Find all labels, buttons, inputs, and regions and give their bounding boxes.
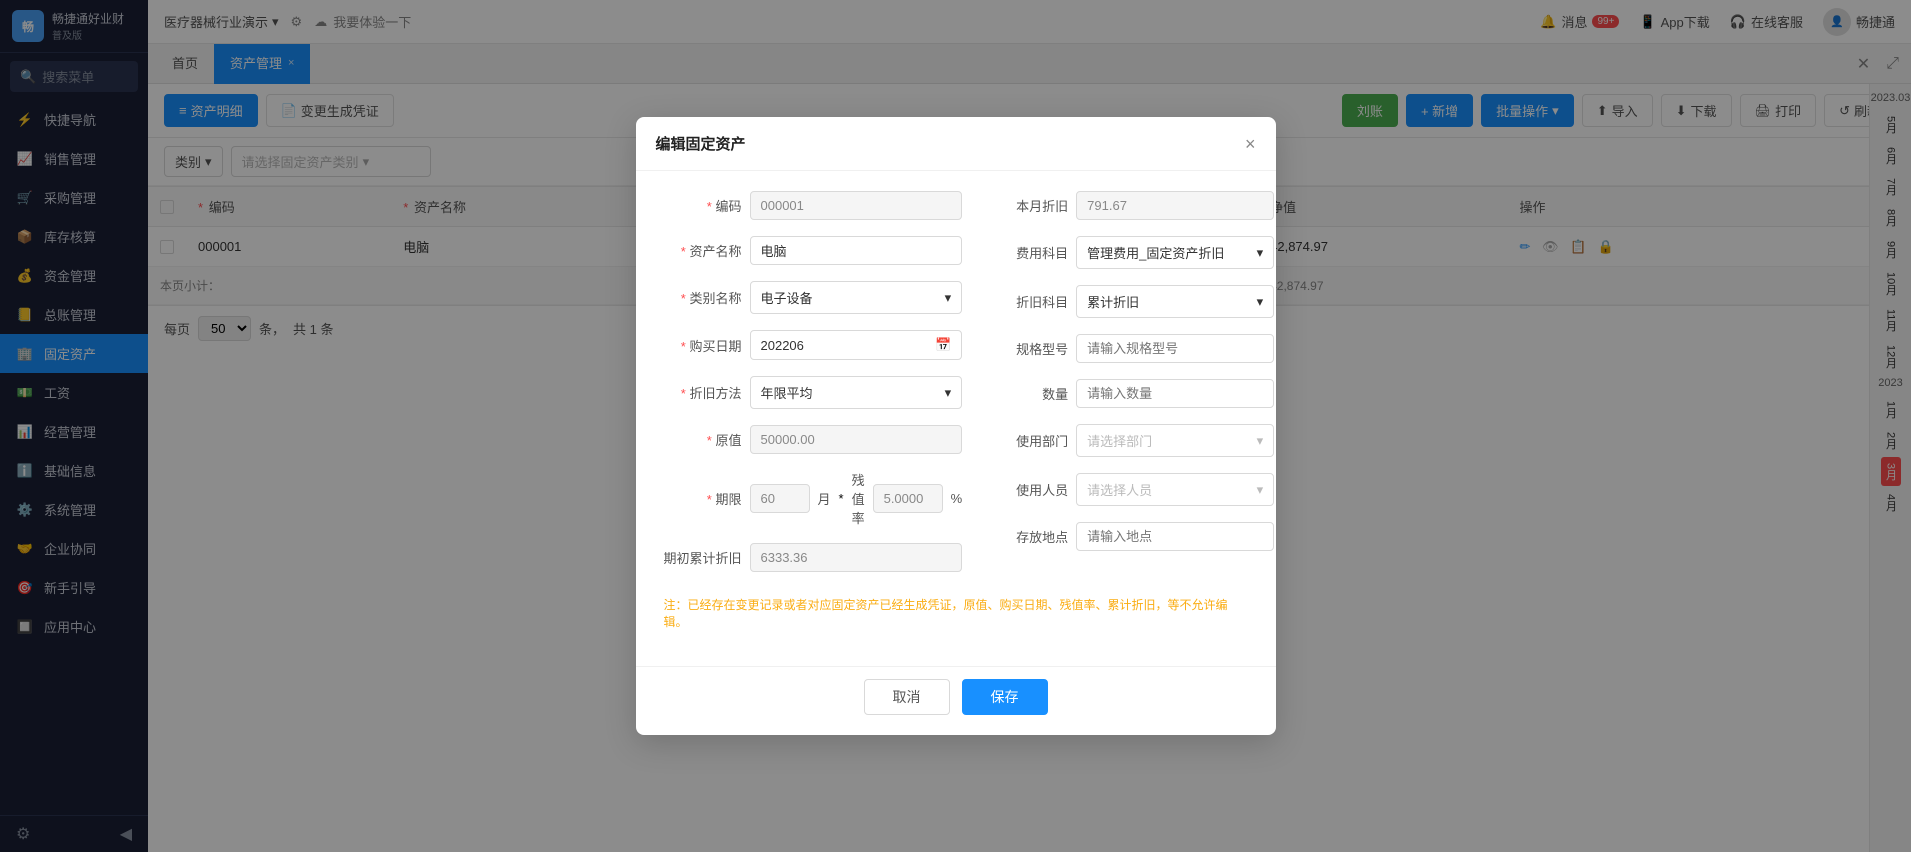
period-label: * 期限 — [660, 489, 750, 508]
residual-input[interactable] — [873, 484, 943, 513]
depr-method-select[interactable]: 年限平均 ▾ — [750, 376, 963, 409]
modal-body: * 编码 * 资产名称 — [636, 171, 1276, 666]
category-label: * 类别名称 — [660, 288, 750, 307]
chevron-down-icon: ▾ — [945, 385, 952, 401]
depr-subject-select[interactable]: 累计折旧 ▾ — [1076, 285, 1274, 318]
name-label: * 资产名称 — [660, 241, 750, 260]
form-row-location: 存放地点 — [986, 522, 1274, 551]
residual-label-inline: 残值率 — [852, 470, 865, 527]
cancel-button[interactable]: 取消 — [864, 679, 950, 715]
depr-subject-label: 折旧科目 — [986, 292, 1076, 311]
form-row-initial-depr: 期初累计折旧 — [660, 543, 963, 572]
chevron-down-icon: ▾ — [1257, 294, 1264, 310]
location-input[interactable] — [1076, 522, 1274, 551]
expense-subject-label: 费用科目 — [986, 243, 1076, 262]
form-row-name: * 资产名称 — [660, 236, 963, 265]
form-row-period: * 期限 月 * 残值率 % — [660, 470, 963, 527]
form-row-expense-subject: 费用科目 管理费用_固定资产折旧 ▾ — [986, 236, 1274, 269]
purchase-date-label: * 购买日期 — [660, 336, 750, 355]
location-label: 存放地点 — [986, 527, 1076, 546]
code-label: * 编码 — [660, 196, 750, 215]
modal-title: 编辑固定资产 — [656, 133, 746, 154]
modal-close-btn[interactable]: × — [1245, 135, 1256, 153]
chevron-down-icon: ▾ — [1257, 482, 1264, 498]
dept-select[interactable]: 请选择部门 ▾ — [1076, 424, 1274, 457]
modal-footer: 取消 保存 — [636, 666, 1276, 735]
form-row-purchase-date: * 购买日期 202206 📅 — [660, 330, 963, 360]
form-row-quantity: 数量 — [986, 379, 1274, 408]
quantity-input[interactable] — [1076, 379, 1274, 408]
modal-header: 编辑固定资产 × — [636, 117, 1276, 171]
form-row-depr-method: * 折旧方法 年限平均 ▾ — [660, 376, 963, 409]
form-row-depr-subject: 折旧科目 累计折旧 ▾ — [986, 285, 1274, 318]
calendar-icon: 📅 — [935, 337, 951, 353]
form-row-code: * 编码 — [660, 191, 963, 220]
monthly-depr-input — [1076, 191, 1274, 220]
chevron-down-icon: ▾ — [1257, 245, 1264, 261]
edit-asset-modal: 编辑固定资产 × * 编码 — [636, 117, 1276, 735]
form-row-spec: 规格型号 — [986, 334, 1274, 363]
modal-note: 注：已经存在变更记录或者对应固定资产已经生成凭证，原值、购买日期、残值率、累计折… — [660, 596, 1252, 630]
category-select[interactable]: 电子设备 ▾ — [750, 281, 963, 314]
chevron-down-icon: ▾ — [1257, 433, 1264, 449]
user-label: 使用人员 — [986, 480, 1076, 499]
period-input[interactable] — [750, 484, 810, 513]
form-columns: * 编码 * 资产名称 — [660, 191, 1252, 588]
initial-depr-input[interactable] — [750, 543, 963, 572]
spec-input[interactable] — [1076, 334, 1274, 363]
chevron-down-icon: ▾ — [945, 290, 952, 306]
name-input[interactable] — [750, 236, 963, 265]
code-input[interactable] — [750, 191, 963, 220]
original-input[interactable] — [750, 425, 963, 454]
period-unit: 月 — [818, 489, 831, 508]
purchase-date-input[interactable]: 202206 📅 — [750, 330, 963, 360]
residual-unit: % — [951, 491, 963, 506]
form-row-user: 使用人员 请选择人员 ▾ — [986, 473, 1274, 506]
dept-label: 使用部门 — [986, 431, 1076, 450]
expense-subject-select[interactable]: 管理费用_固定资产折旧 ▾ — [1076, 236, 1274, 269]
modal-overlay: 编辑固定资产 × * 编码 — [0, 0, 1911, 852]
form-right-col: 本月折旧 费用科目 管理费用_固定资产折旧 ▾ — [986, 191, 1274, 588]
initial-depr-label: 期初累计折旧 — [660, 548, 750, 567]
form-row-dept: 使用部门 请选择部门 ▾ — [986, 424, 1274, 457]
form-row-original: * 原值 — [660, 425, 963, 454]
quantity-label: 数量 — [986, 384, 1076, 403]
form-row-category: * 类别名称 电子设备 ▾ — [660, 281, 963, 314]
user-select[interactable]: 请选择人员 ▾ — [1076, 473, 1274, 506]
form-left-col: * 编码 * 资产名称 — [660, 191, 963, 588]
spec-label: 规格型号 — [986, 339, 1076, 358]
save-button[interactable]: 保存 — [962, 679, 1048, 715]
period-inline: 月 * 残值率 % — [750, 470, 963, 527]
depr-method-label: * 折旧方法 — [660, 383, 750, 402]
form-row-monthly-depr: 本月折旧 — [986, 191, 1274, 220]
original-label: * 原值 — [660, 430, 750, 449]
monthly-depr-label: 本月折旧 — [986, 196, 1076, 215]
